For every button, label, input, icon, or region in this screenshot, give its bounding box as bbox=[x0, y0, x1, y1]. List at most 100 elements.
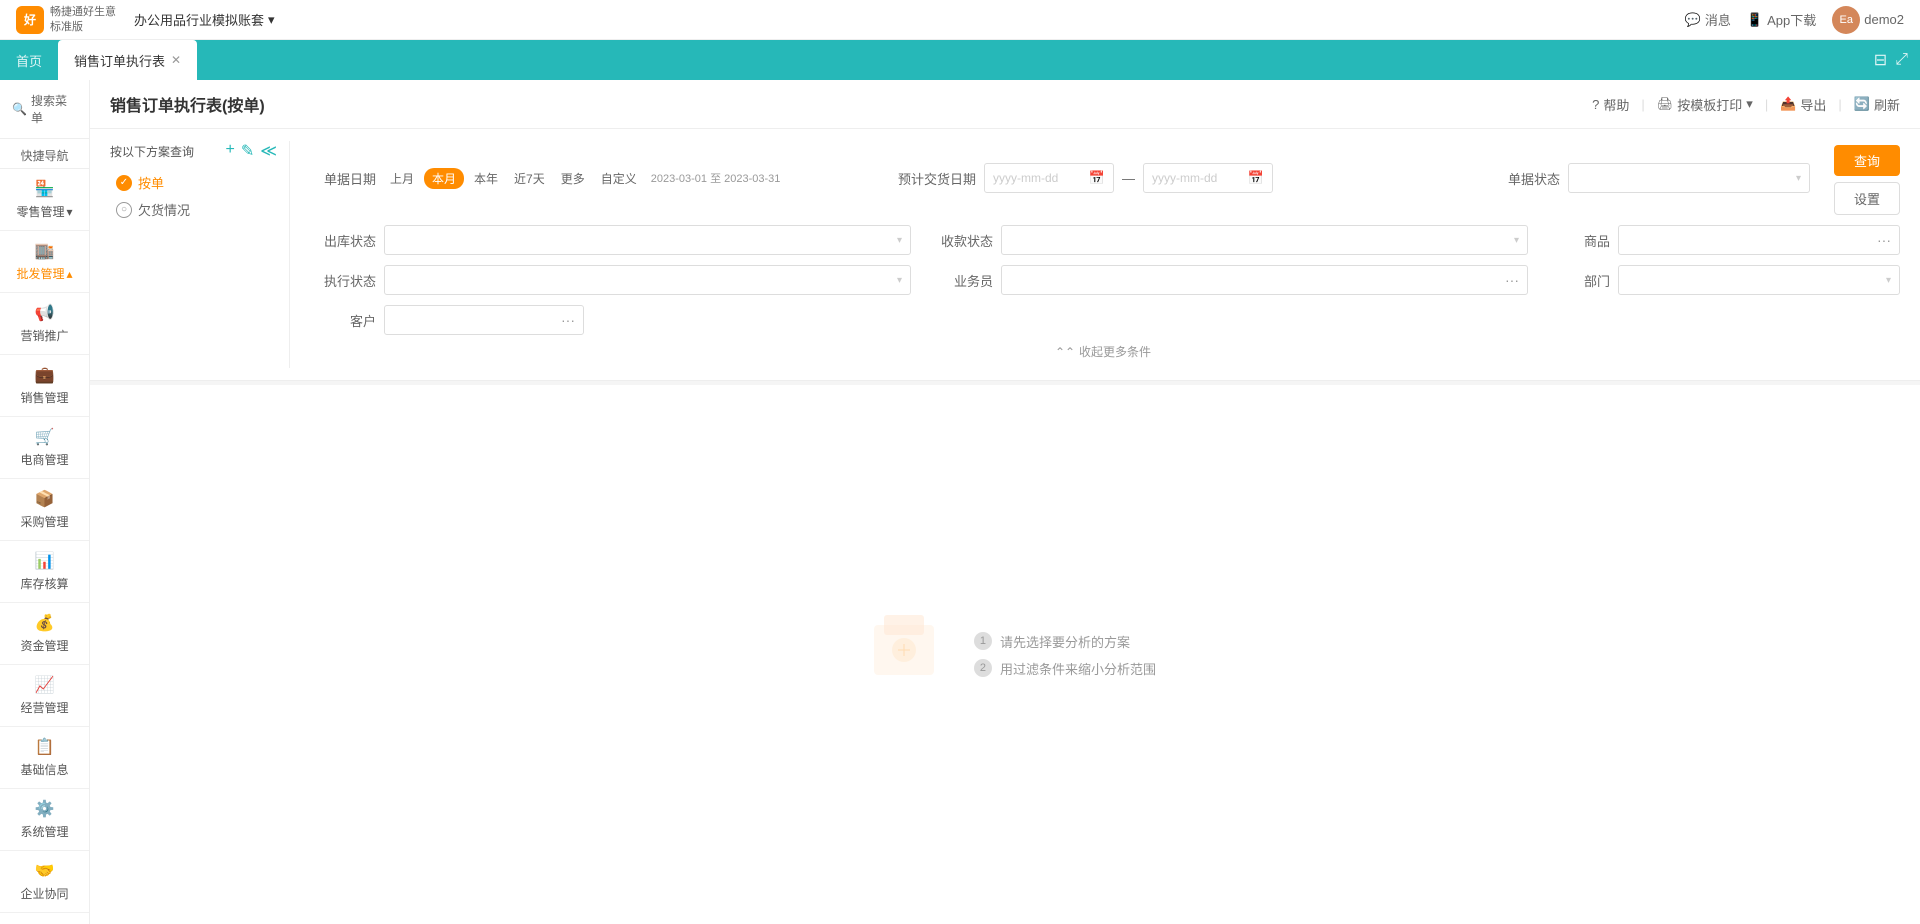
avatar: Ea bbox=[1832, 6, 1860, 34]
sales-icon: 💼 bbox=[35, 365, 55, 385]
export-action[interactable]: 📤 导出 bbox=[1780, 95, 1826, 114]
tab-bar-actions: ⊟ ⤢ bbox=[1874, 50, 1920, 70]
sidebar-item-wholesale[interactable]: 🏬 批发管理 ▴ bbox=[0, 231, 89, 293]
customer-input[interactable]: ··· bbox=[384, 305, 584, 335]
sidebar-item-sales[interactable]: 💼 销售管理 bbox=[0, 355, 89, 417]
this-year-btn[interactable]: 本年 bbox=[468, 168, 504, 189]
sidebar-item-purchase[interactable]: 📦 采购管理 bbox=[0, 479, 89, 541]
tab-close-icon[interactable]: ✕ bbox=[171, 53, 181, 67]
salesrep-input[interactable]: ··· bbox=[1001, 265, 1528, 295]
tab-minimize-icon[interactable]: ⊟ bbox=[1874, 50, 1887, 70]
top-bar-left: 好 畅捷通好生意 标准版 办公用品行业模拟账套 ▾ bbox=[16, 5, 283, 34]
step-1-num: 1 bbox=[974, 632, 992, 650]
logo-icon: 好 bbox=[16, 6, 44, 34]
filter-group-execution: 执行状态 ▾ bbox=[306, 265, 911, 295]
top-bar: 好 畅捷通好生意 标准版 办公用品行业模拟账套 ▾ 💬 消息 📱 App下载 E… bbox=[0, 0, 1920, 40]
enterprise-icon: 🤝 bbox=[35, 861, 55, 881]
filter-group-expected-delivery: 预计交货日期 yyyy-mm-dd 📅 — yyyy-mm-dd 📅 bbox=[898, 163, 1478, 193]
message-nav-item[interactable]: 💬 消息 bbox=[1685, 10, 1731, 29]
scheme-item-shortage[interactable]: ○ 欠货情况 bbox=[110, 196, 277, 223]
empty-illustration bbox=[854, 595, 954, 714]
tab-home[interactable]: 首页 bbox=[0, 40, 58, 80]
collapse-btn[interactable]: ⌃⌃ 收起更多条件 bbox=[306, 335, 1900, 368]
purchase-icon: 📦 bbox=[35, 489, 55, 509]
sidebar-search[interactable]: 🔍 搜索菜单 bbox=[0, 80, 89, 139]
tab-expand-icon[interactable]: ⤢ bbox=[1895, 51, 1908, 69]
system-icon: ⚙️ bbox=[35, 799, 55, 819]
step-2-num: 2 bbox=[974, 659, 992, 677]
divider: | bbox=[1641, 97, 1644, 112]
outbound-label: 出库状态 bbox=[306, 231, 376, 250]
divider3: | bbox=[1838, 97, 1841, 112]
print-action[interactable]: 🖨 按模板打印 ▾ bbox=[1657, 95, 1753, 114]
salesrep-more-icon[interactable]: ··· bbox=[1505, 272, 1519, 288]
sidebar-item-marketing[interactable]: 📢 营销推广 bbox=[0, 293, 89, 355]
filter-group-customer: 客户 ··· bbox=[306, 305, 1900, 335]
user-profile[interactable]: Ea demo2 bbox=[1832, 6, 1904, 34]
scheme-actions: + ✎ ≪ bbox=[226, 141, 278, 161]
salesrep-label: 业务员 bbox=[923, 271, 993, 290]
wholesale-icon: 🏬 bbox=[35, 241, 55, 261]
top-bar-right: 💬 消息 📱 App下载 Ea demo2 bbox=[1685, 6, 1904, 34]
empty-step-2: 2 用过滤条件来缩小分析范围 bbox=[974, 659, 1156, 678]
collapse-scheme-btn[interactable]: ≪ bbox=[260, 141, 277, 161]
sidebar-item-retail[interactable]: 🏪 零售管理 ▾ bbox=[0, 169, 89, 231]
sidebar-item-inventory[interactable]: 📊 库存核算 bbox=[0, 541, 89, 603]
filter-row-2: 出库状态 ▾ 收款状态 bbox=[306, 225, 1900, 255]
inventory-icon: 📊 bbox=[35, 551, 55, 571]
marketing-icon: 📢 bbox=[35, 303, 55, 323]
app-download-nav-item[interactable]: 📱 App下载 bbox=[1747, 10, 1816, 29]
filter-layout: 按以下方案查询 + ✎ ≪ ✓ 按单 ○ bbox=[110, 141, 1900, 368]
scheme-item-order[interactable]: ✓ 按单 bbox=[110, 169, 277, 196]
filter-main: 单据日期 上月 本月 本年 近7天 更多 自定义 bbox=[290, 141, 1900, 368]
product-input[interactable]: ··· bbox=[1618, 225, 1900, 255]
department-input[interactable]: ▾ bbox=[1618, 265, 1900, 295]
execution-label: 执行状态 bbox=[306, 271, 376, 290]
basic-info-icon: 📋 bbox=[35, 737, 55, 757]
doc-status-input[interactable]: ▾ bbox=[1568, 163, 1810, 193]
setting-button[interactable]: 设置 bbox=[1834, 182, 1900, 215]
last-month-btn[interactable]: 上月 bbox=[384, 168, 420, 189]
scheme-inactive-icon: ○ bbox=[116, 202, 132, 218]
expected-delivery-end[interactable]: yyyy-mm-dd 📅 bbox=[1143, 163, 1273, 193]
edit-scheme-btn[interactable]: ✎ bbox=[241, 141, 254, 161]
filter-group-date: 单据日期 上月 本月 本年 近7天 更多 自定义 bbox=[306, 168, 886, 189]
page-title: 销售订单执行表(按单) bbox=[110, 92, 265, 128]
logo-area: 好 畅捷通好生意 标准版 bbox=[16, 5, 116, 34]
execution-input[interactable]: ▾ bbox=[384, 265, 911, 295]
add-scheme-btn[interactable]: + bbox=[226, 141, 235, 161]
app-selector[interactable]: 办公用品行业模拟账套 ▾ bbox=[126, 10, 283, 29]
scheme-header: 按以下方案查询 + ✎ ≪ bbox=[110, 141, 277, 161]
help-action[interactable]: ? 帮助 bbox=[1592, 95, 1629, 114]
filter-panel: 按以下方案查询 + ✎ ≪ ✓ 按单 ○ bbox=[90, 129, 1920, 381]
department-label: 部门 bbox=[1540, 271, 1610, 290]
query-button[interactable]: 查询 bbox=[1834, 145, 1900, 176]
finance-icon: 💰 bbox=[35, 613, 55, 633]
date-quick-btns: 上月 本月 本年 近7天 更多 自定义 bbox=[384, 168, 643, 189]
search-menu-btn[interactable]: 🔍 搜索菜单 bbox=[8, 88, 81, 130]
sidebar-item-ecommerce[interactable]: 🛒 电商管理 bbox=[0, 417, 89, 479]
sidebar-item-basic-info[interactable]: 📋 基础信息 bbox=[0, 727, 89, 789]
receipt-input[interactable]: ▾ bbox=[1001, 225, 1528, 255]
sidebar-item-finance[interactable]: 💰 资金管理 bbox=[0, 603, 89, 665]
expected-delivery-start[interactable]: yyyy-mm-dd 📅 bbox=[984, 163, 1114, 193]
last-7days-btn[interactable]: 近7天 bbox=[508, 168, 551, 189]
search-icon: 🔍 bbox=[12, 102, 27, 116]
sidebar-item-operations[interactable]: 📈 经营管理 bbox=[0, 665, 89, 727]
filter-row-1: 单据日期 上月 本月 本年 近7天 更多 自定义 bbox=[306, 141, 1900, 215]
tab-sales-execution[interactable]: 销售订单执行表 ✕ bbox=[58, 40, 197, 80]
this-month-btn[interactable]: 本月 bbox=[424, 168, 464, 189]
expected-delivery-label: 预计交货日期 bbox=[898, 169, 976, 188]
sidebar-item-newbie[interactable]: 🎯 新手引导 bbox=[0, 913, 89, 924]
filter-group-department: 部门 ▾ bbox=[1540, 265, 1900, 295]
chevron-up-icon: ▴ bbox=[66, 267, 72, 281]
customer-more-icon[interactable]: ··· bbox=[561, 312, 575, 328]
more-period-btn[interactable]: 更多 bbox=[555, 168, 591, 189]
sidebar-item-system[interactable]: ⚙️ 系统管理 bbox=[0, 789, 89, 851]
sidebar-quicknav[interactable]: 快捷导航 bbox=[0, 139, 89, 169]
custom-period-btn[interactable]: 自定义 bbox=[595, 168, 643, 189]
refresh-action[interactable]: 🔄 刷新 bbox=[1854, 95, 1900, 114]
product-more-icon[interactable]: ··· bbox=[1877, 232, 1891, 248]
sidebar-item-enterprise[interactable]: 🤝 企业协同 bbox=[0, 851, 89, 913]
outbound-input[interactable]: ▾ bbox=[384, 225, 911, 255]
